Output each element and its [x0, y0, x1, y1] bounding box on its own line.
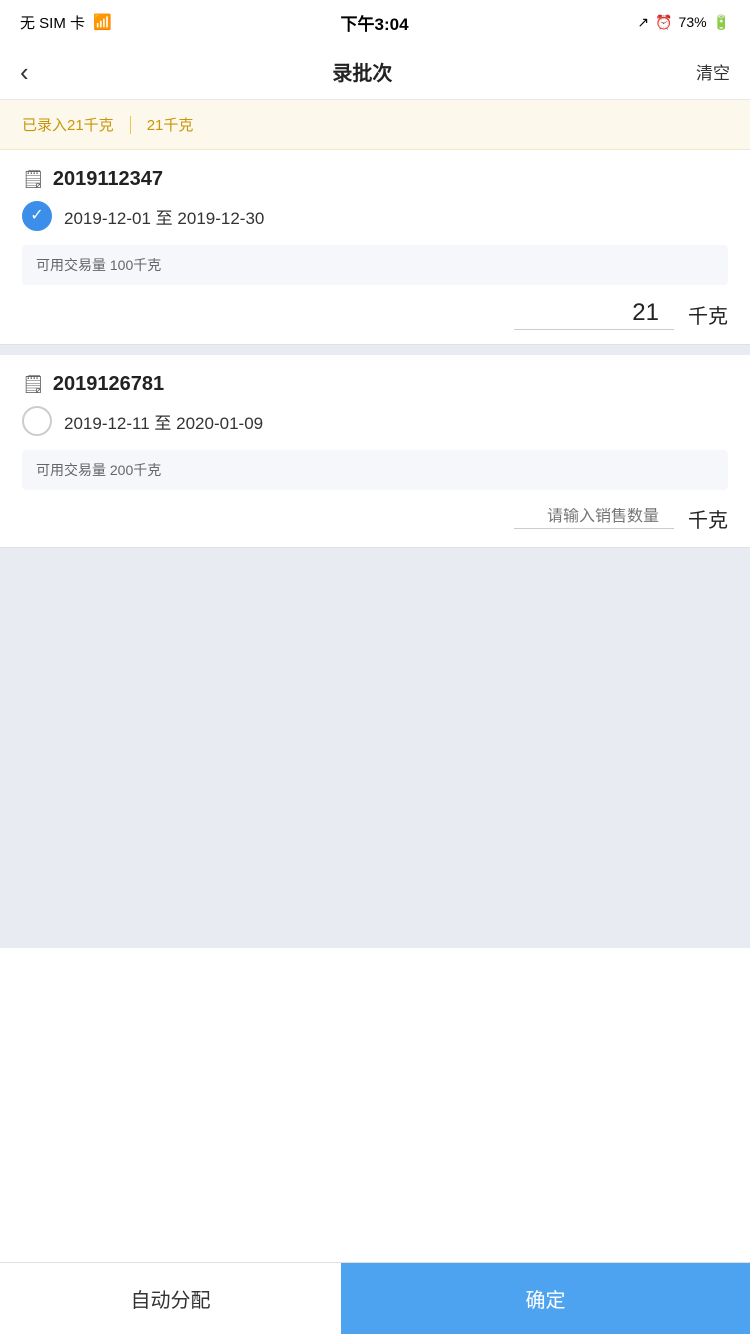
batch-icon-2: 🗒 [22, 374, 45, 395]
batch-icon-1: 🗒 [22, 169, 45, 190]
batch-available-1: 可用交易量 100千克 [22, 245, 728, 285]
quantity-unit-1: 千克 [688, 300, 728, 329]
batch-id-2: 2019126781 [53, 373, 164, 396]
status-left: 无 SIM 卡 📶 [20, 12, 112, 33]
radio-unselected-2[interactable] [22, 406, 52, 436]
confirm-button[interactable]: 确定 [341, 1263, 750, 1334]
auto-distribute-button[interactable]: 自动分配 [0, 1263, 341, 1334]
quantity-row-2: 千克 [0, 490, 750, 548]
info-banner: 已录入21千克 21千克 [0, 100, 750, 150]
nav-bar: ‹ 录批次 清空 [0, 44, 750, 100]
wifi-icon: 📶 [93, 13, 112, 31]
radio-selected-1[interactable]: ✓ [22, 201, 52, 231]
status-time: 下午3:04 [341, 10, 409, 35]
check-icon-1: ✓ [30, 208, 43, 224]
empty-spacer [0, 548, 750, 948]
quantity-underline-1 [514, 299, 674, 330]
bottom-bar: 自动分配 确定 [0, 1262, 750, 1334]
batch-card-2: 🗒 2019126781 2019-12-11 至 2020-01-09 可用交… [0, 355, 750, 548]
status-bar: 无 SIM 卡 📶 下午3:04 ↗ ⏰ 73% 🔋 [0, 0, 750, 44]
batch-available-2: 可用交易量 200千克 [22, 450, 728, 490]
battery-icon: 🔋 [713, 14, 730, 31]
page-title: 录批次 [332, 57, 392, 86]
status-right: ↗ ⏰ 73% 🔋 [637, 14, 730, 31]
battery-label: 73% [679, 14, 707, 30]
batch-date-2: 2019-12-11 至 2020-01-09 [64, 409, 263, 434]
batch-date-row-1[interactable]: ✓ 2019-12-01 至 2019-12-30 [22, 201, 728, 231]
content-area: 🗒 2019112347 ✓ 2019-12-01 至 2019-12-30 可… [0, 150, 750, 1264]
section-divider [0, 345, 750, 355]
recorded-label: 已录入21千克 [22, 114, 114, 135]
batch-id-1: 2019112347 [53, 168, 163, 191]
recorded-value: 21千克 [147, 114, 194, 135]
quantity-row-1: 千克 [0, 285, 750, 345]
batch-card-1: 🗒 2019112347 ✓ 2019-12-01 至 2019-12-30 可… [0, 150, 750, 345]
info-divider [130, 116, 131, 134]
quantity-unit-2: 千克 [688, 504, 728, 533]
quantity-input-1[interactable] [594, 299, 674, 327]
alarm-icon: ⏰ [655, 14, 672, 31]
batch-id-row-2: 🗒 2019126781 [22, 373, 728, 396]
clear-button[interactable]: 清空 [696, 59, 730, 84]
batch-id-row-1: 🗒 2019112347 [22, 168, 728, 191]
location-icon: ↗ [637, 14, 649, 31]
batch-date-1: 2019-12-01 至 2019-12-30 [64, 204, 264, 229]
carrier-label: 无 SIM 卡 [20, 12, 85, 33]
quantity-underline-2 [514, 508, 674, 529]
back-button[interactable]: ‹ [20, 59, 29, 85]
batch-date-row-2[interactable]: 2019-12-11 至 2020-01-09 [22, 406, 728, 436]
quantity-input-2[interactable] [514, 508, 674, 526]
